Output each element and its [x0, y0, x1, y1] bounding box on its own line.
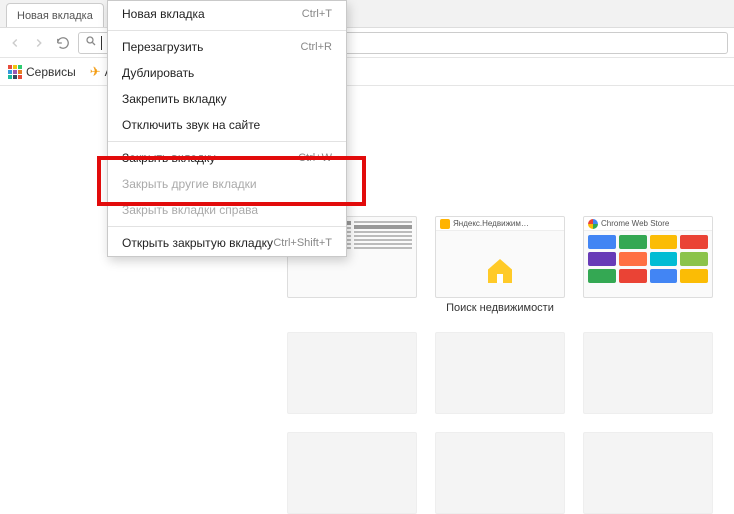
context-menu-item: Закрыть вкладки справа	[108, 197, 346, 223]
context-menu-item[interactable]: Закрепить вкладку	[108, 86, 346, 112]
context-menu-item-shortcut: Ctrl+W	[298, 152, 332, 164]
context-menu-item: Закрыть другие вкладки	[108, 171, 346, 197]
context-menu-item-shortcut: Ctrl+Shift+T	[273, 237, 332, 249]
bookmarks-apps[interactable]: Сервисы	[8, 65, 76, 79]
context-menu-item[interactable]: Отключить звук на сайте	[108, 112, 346, 138]
context-menu-item-label: Перезагрузить	[122, 40, 203, 54]
context-menu-item[interactable]: Открыть закрытую вкладкуCtrl+Shift+T	[108, 230, 346, 256]
context-menu-item-shortcut: Ctrl+R	[301, 41, 332, 53]
context-menu-item[interactable]: Перезагрузить Ctrl+R	[108, 34, 346, 60]
chrome-webstore-icon	[588, 219, 598, 229]
tile-3-header-label: Chrome Web Store	[601, 219, 669, 228]
context-menu-separator	[108, 226, 346, 227]
tile-3[interactable]: Chrome Web Store	[583, 216, 713, 314]
context-menu-item-label: Закрыть вкладки справа	[122, 203, 258, 217]
context-menu-item[interactable]: Новая вкладка Ctrl+T	[108, 1, 346, 27]
search-icon	[85, 35, 97, 50]
tile-2-subtitle: Поиск недвижимости	[435, 302, 565, 314]
omnibox-caret	[101, 36, 102, 50]
context-menu-item-shortcut: Ctrl+T	[302, 8, 332, 20]
context-menu-item-label: Закрыть вкладку	[122, 151, 215, 165]
house-icon	[482, 253, 518, 289]
tile-2[interactable]: Яндекс.Недвижим… Поиск недвижимости	[435, 216, 565, 314]
tile-empty-3[interactable]	[583, 332, 713, 414]
active-tab[interactable]: Новая вкладка	[6, 3, 104, 27]
tile-empty-4[interactable]	[287, 432, 417, 514]
context-menu-separator	[108, 30, 346, 31]
context-menu-separator	[108, 141, 346, 142]
tile-empty-5[interactable]	[435, 432, 565, 514]
tile-2-header-label: Яндекс.Недвижим…	[453, 219, 529, 228]
context-menu-item-label: Отключить звук на сайте	[122, 118, 260, 132]
tab-context-menu: Новая вкладка Ctrl+T Перезагрузить Ctrl+R Ду…	[107, 0, 347, 257]
context-menu-item-label: Дублировать	[122, 66, 194, 80]
reload-button[interactable]	[54, 34, 72, 52]
tile-empty-2[interactable]	[435, 332, 565, 414]
yandex-realty-icon	[440, 219, 450, 229]
tab-title: Новая вкладка	[17, 10, 93, 22]
apps-icon	[8, 65, 22, 79]
plane-icon: ✈	[90, 64, 101, 80]
tile-empty-1[interactable]	[287, 332, 417, 414]
bookmarks-apps-label: Сервисы	[26, 65, 76, 79]
context-menu-item-label: Закрепить вкладку	[122, 92, 227, 106]
context-menu-item[interactable]: Дублировать	[108, 60, 346, 86]
tile-3-thumb: Chrome Web Store	[583, 216, 713, 298]
context-menu-item-label: Новая вкладка	[122, 7, 205, 21]
context-menu-item-label: Открыть закрытую вкладку	[122, 236, 273, 250]
back-button[interactable]	[6, 34, 24, 52]
context-menu-item[interactable]: Закрыть вкладку Ctrl+W	[108, 145, 346, 171]
tile-empty-6[interactable]	[583, 432, 713, 514]
tile-2-thumb: Яндекс.Недвижим…	[435, 216, 565, 298]
context-menu-item-label: Закрыть другие вкладки	[122, 177, 257, 191]
forward-button[interactable]	[30, 34, 48, 52]
